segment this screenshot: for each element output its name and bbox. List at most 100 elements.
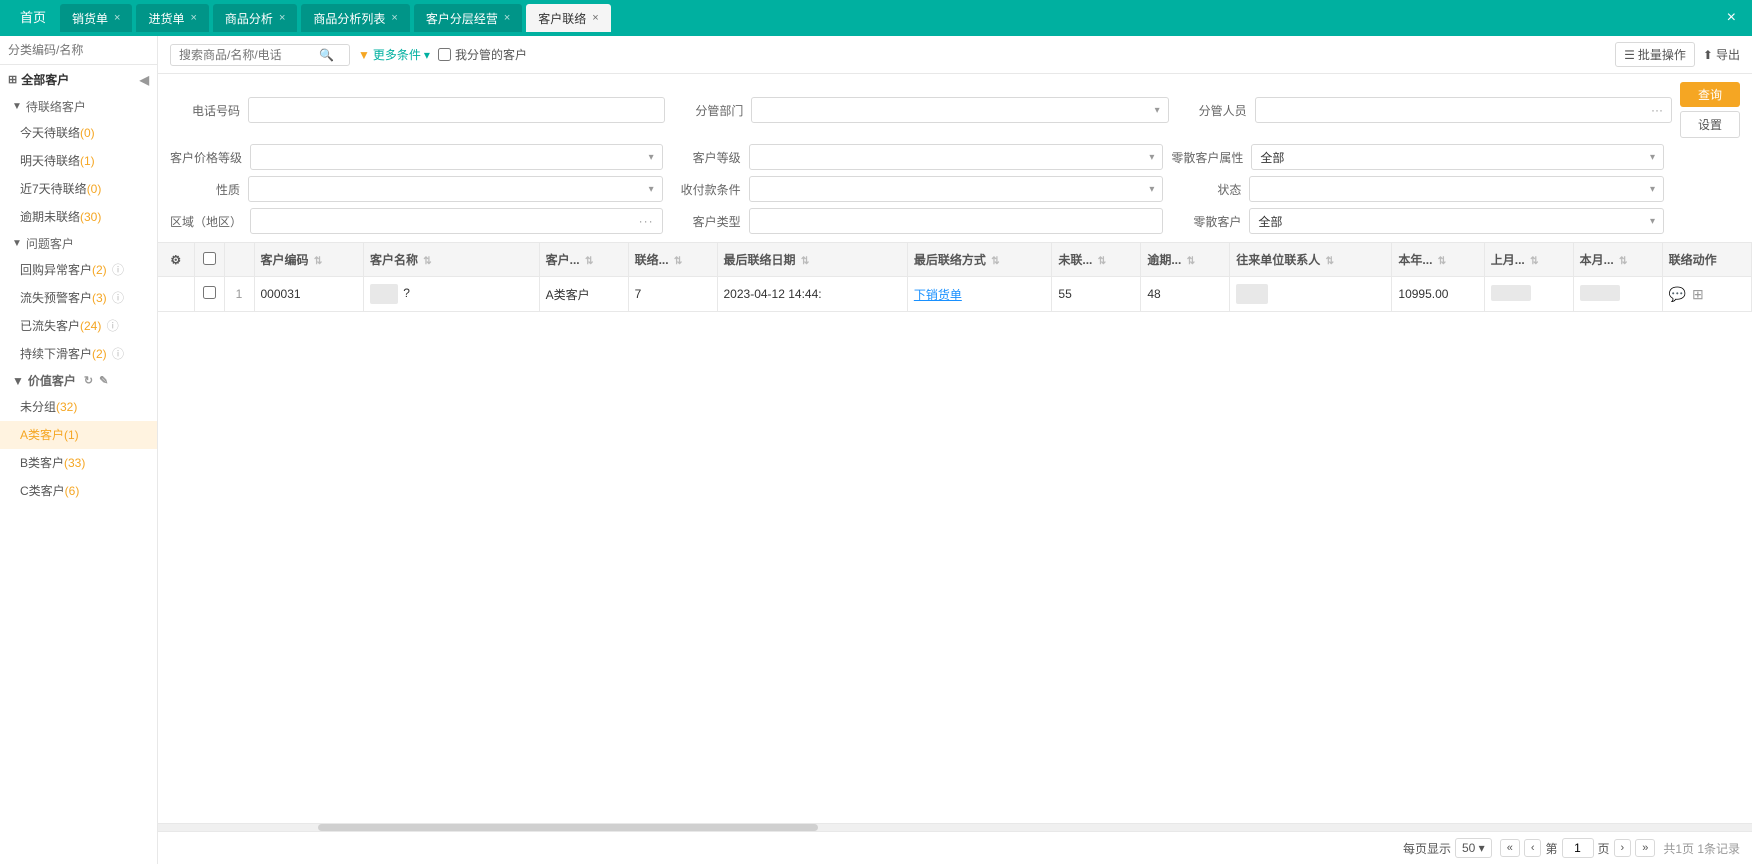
filter-panels: 电话号码 分管部门 ▾ 分管人员 ··· 查询 <box>158 74 1752 243</box>
nav-tab-purchase[interactable]: 进货单 × <box>136 4 208 32</box>
data-table-container: ⚙ 客户编码 ⇅ 客户名称 ⇅ <box>158 243 1752 823</box>
total-info: 共1页 1条记录 <box>1663 840 1740 857</box>
row-no-contact-cell: 55 <box>1052 277 1141 312</box>
sort-last-method[interactable]: ⇅ <box>991 256 999 267</box>
sort-contact[interactable]: ⇅ <box>674 256 682 267</box>
sort-code[interactable]: ⇅ <box>314 256 322 267</box>
price-level-select[interactable]: ▾ <box>250 144 663 170</box>
sidebar-item-today[interactable]: 今天待联络(0) <box>0 119 157 147</box>
sidebar-item-repurchase-abnormal[interactable]: 回购异常客户(2) ⓘ <box>0 256 157 284</box>
customer-type-input[interactable] <box>749 208 1164 234</box>
sort-level[interactable]: ⇅ <box>585 256 593 267</box>
sort-this-month[interactable]: ⇅ <box>1619 256 1627 267</box>
qr-icon[interactable]: ⊞ <box>1692 286 1704 303</box>
sidebar-item-ungrouped[interactable]: 未分组(32) <box>0 393 157 421</box>
sort-unit-contact[interactable]: ⇅ <box>1326 256 1334 267</box>
region-label: 区域（地区） <box>170 213 242 230</box>
row-name-cell[interactable]: ? <box>363 277 539 312</box>
chat-icon[interactable]: 💬 <box>1669 286 1686 303</box>
retail-attr-select[interactable]: 全部 ▾ <box>1251 144 1664 170</box>
row-unit-contact-cell <box>1230 277 1392 312</box>
collapse-icon[interactable]: ◀ <box>140 73 149 87</box>
sort-name[interactable]: ⇅ <box>423 256 431 267</box>
search-button[interactable]: 查询 <box>1680 82 1740 107</box>
main-search-icon[interactable]: 🔍 <box>319 48 334 62</box>
problem-customers-group[interactable]: ▼ 问题客户 <box>0 231 157 256</box>
close-customer-contact-tab[interactable]: × <box>592 12 598 24</box>
payment-select[interactable]: ▾ <box>749 176 1164 202</box>
region-dots: ··· <box>639 214 654 228</box>
nav-tab-analysis-list[interactable]: 商品分析列表 × <box>301 4 409 32</box>
filter-price-level: 客户价格等级 ▾ <box>170 144 663 170</box>
all-customers-header[interactable]: ⊞ 全部客户 ◀ <box>0 65 157 94</box>
settings-icon[interactable]: ⚙ <box>170 253 181 267</box>
sidebar-item-a-class[interactable]: A类客户(1) <box>0 421 157 449</box>
edit-icon[interactable]: ✎ <box>99 374 108 387</box>
content-area: 🔍 ▼ 更多条件 ▾ 我分管的客户 ☰ 批量操作 ⬆ 导出 <box>158 36 1752 864</box>
sort-last-date[interactable]: ⇅ <box>801 256 809 267</box>
last-method-link[interactable]: 下销货单 <box>914 288 962 302</box>
phone-input[interactable] <box>248 97 665 123</box>
my-customers-checkbox[interactable]: 我分管的客户 <box>438 46 527 63</box>
my-customers-input[interactable] <box>438 48 451 61</box>
refresh-icon[interactable]: ↻ <box>84 374 93 387</box>
pending-contact-group[interactable]: ▼ 待联络客户 <box>0 94 157 119</box>
prev-page-button[interactable]: ‹ <box>1524 839 1542 857</box>
sidebar-item-churn-warning[interactable]: 流失预警客户(3) ⓘ <box>0 284 157 312</box>
select-all-checkbox[interactable] <box>203 252 216 265</box>
first-page-button[interactable]: « <box>1500 839 1520 857</box>
sidebar-item-b-class[interactable]: B类客户(33) <box>0 449 157 477</box>
price-level-chevron: ▾ <box>649 152 654 163</box>
nav-tab-sales[interactable]: 销货单 × <box>60 4 132 32</box>
sidebar-item-tomorrow[interactable]: 明天待联络(1) <box>0 147 157 175</box>
more-conditions-button[interactable]: ▼ 更多条件 ▾ <box>358 46 430 63</box>
col-num <box>224 243 254 277</box>
dept-chevron: ▾ <box>1155 105 1160 116</box>
close-customer-tier-tab[interactable]: × <box>504 12 510 24</box>
sidebar-item-c-class[interactable]: C类客户(6) <box>0 477 157 505</box>
dept-select[interactable]: ▾ <box>751 97 1168 123</box>
sort-overdue[interactable]: ⇅ <box>1187 256 1195 267</box>
sidebar: 🔍 ⊞ 全部客户 ◀ ▼ 待联络客户 今天待联络(0) 明天待联络(1) 近7天… <box>0 36 158 864</box>
sidebar-item-declining[interactable]: 持续下滑客户(2) ⓘ <box>0 340 157 368</box>
sort-last-month[interactable]: ⇅ <box>1530 256 1538 267</box>
sidebar-item-churned[interactable]: 已流失客户(24) ⓘ <box>0 312 157 340</box>
sidebar-search-input[interactable] <box>8 43 158 57</box>
retail-customer-chevron: ▾ <box>1650 216 1655 227</box>
status-select[interactable]: ▾ <box>1249 176 1664 202</box>
region-select[interactable]: ··· <box>250 208 663 234</box>
next-page-button[interactable]: › <box>1614 839 1632 857</box>
nav-home[interactable]: 首页 <box>8 0 58 36</box>
sort-no-contact[interactable]: ⇅ <box>1098 256 1106 267</box>
export-button[interactable]: ⬆ 导出 <box>1703 46 1740 63</box>
nature-select[interactable]: ▾ <box>248 176 663 202</box>
retail-customer-select[interactable]: 全部 ▾ <box>1249 208 1664 234</box>
manager-input[interactable]: ··· <box>1255 97 1672 123</box>
sidebar-item-7days[interactable]: 近7天待联络(0) <box>0 175 157 203</box>
sort-this-year[interactable]: ⇅ <box>1438 256 1446 267</box>
nav-tab-customer-tier[interactable]: 客户分层经营 × <box>414 4 522 32</box>
page-size-dropdown[interactable]: 50 ▾ <box>1455 838 1492 858</box>
close-purchase-tab[interactable]: × <box>190 12 196 24</box>
main-search-input[interactable] <box>179 48 319 62</box>
nav-tab-customer-contact[interactable]: 客户联络 × <box>526 4 610 32</box>
batch-operation-button[interactable]: ☰ 批量操作 <box>1615 42 1695 67</box>
value-customers-group[interactable]: ▼ 价值客户 ↻ ✎ <box>0 368 157 393</box>
close-sales-tab[interactable]: × <box>114 12 120 24</box>
last-page-button[interactable]: » <box>1635 839 1655 857</box>
settings-button[interactable]: 设置 <box>1680 111 1740 138</box>
page-number-input[interactable] <box>1562 838 1594 858</box>
nav-tab-analysis[interactable]: 商品分析 × <box>213 4 297 32</box>
row-checkbox[interactable] <box>203 286 216 299</box>
horizontal-scrollbar[interactable] <box>158 823 1752 831</box>
sidebar-item-overdue[interactable]: 逾期未联络(30) <box>0 203 157 231</box>
close-analysis-list-tab[interactable]: × <box>391 12 397 24</box>
filter-row-2: 客户价格等级 ▾ 客户等级 ▾ 零散客户属性 全部 <box>170 144 1740 170</box>
close-analysis-tab[interactable]: × <box>279 12 285 24</box>
retail-attr-label: 零散客户属性 <box>1171 149 1243 166</box>
customer-level-select[interactable]: ▾ <box>749 144 1164 170</box>
scrollbar-thumb[interactable] <box>318 824 818 831</box>
table-row: 1 000031 ? A类客户 7 <box>158 277 1752 312</box>
close-window-button[interactable]: × <box>1719 9 1744 27</box>
col-settings[interactable]: ⚙ <box>158 243 194 277</box>
